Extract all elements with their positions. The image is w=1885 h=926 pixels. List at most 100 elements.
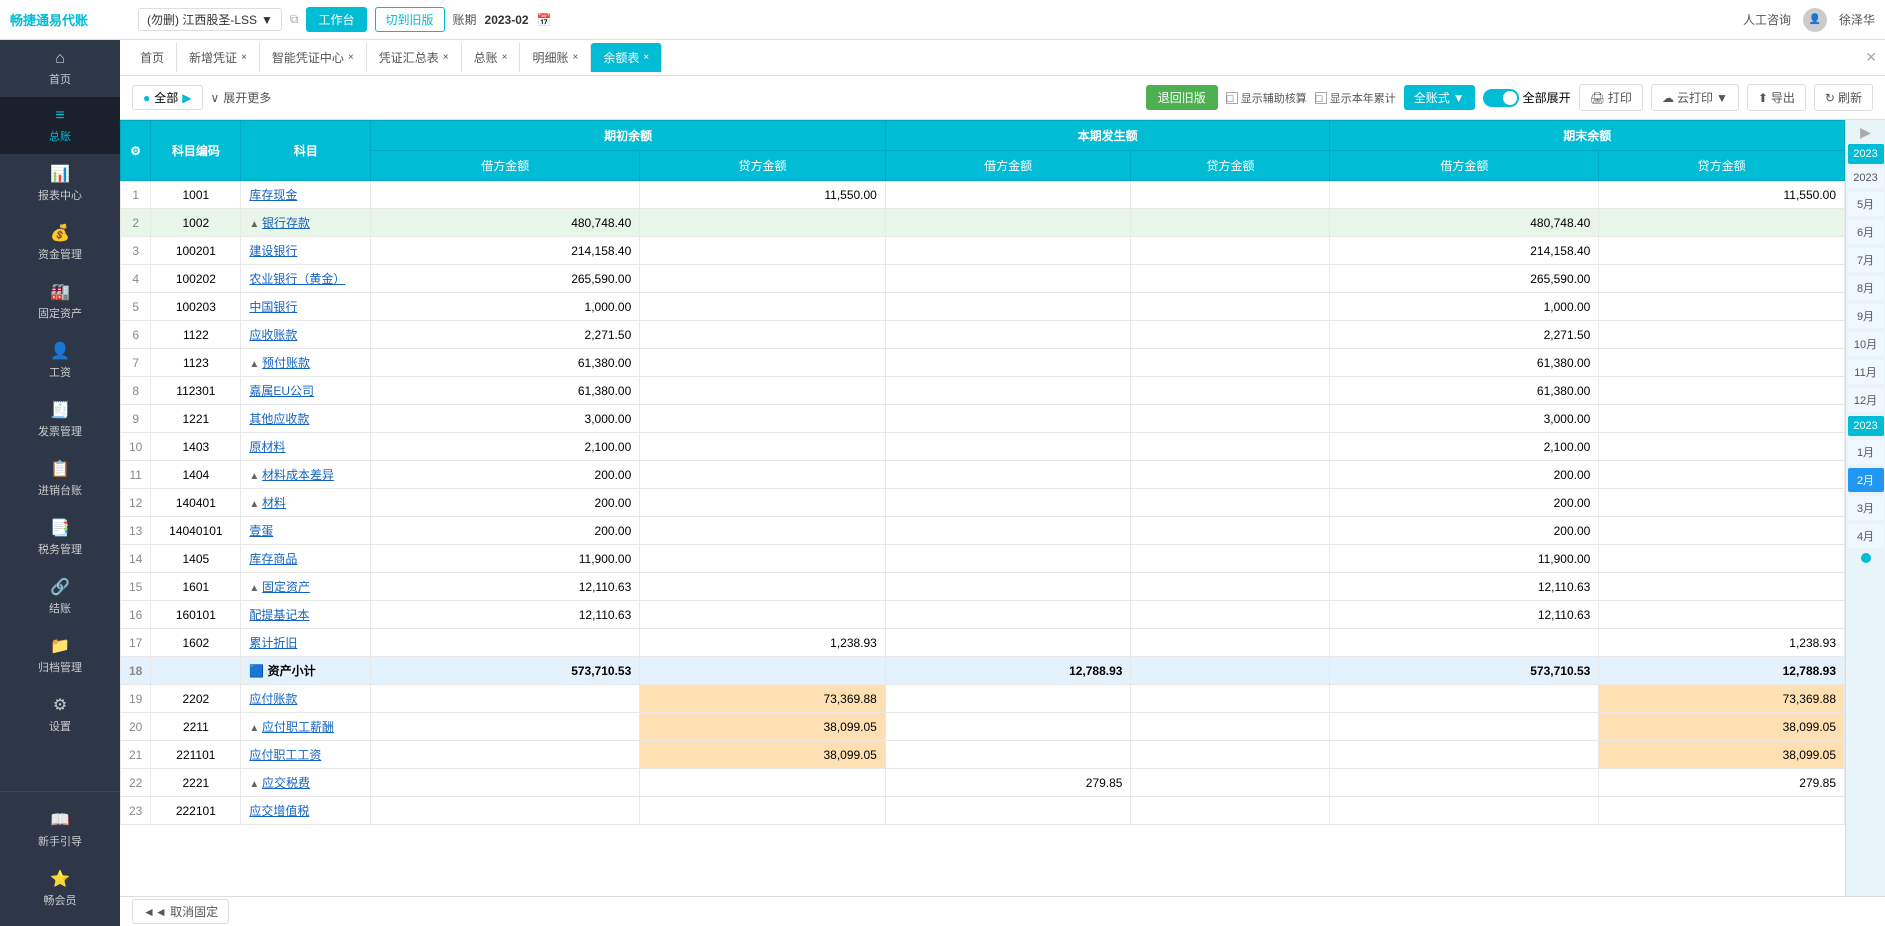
sidebar-item-tax[interactable]: 📑 税务管理: [0, 508, 120, 567]
subject-link[interactable]: 应付职工薪酬: [262, 720, 334, 734]
tab-balance[interactable]: 余额表 ×: [591, 43, 662, 72]
tab-close-add-voucher[interactable]: ×: [241, 52, 247, 63]
table-row[interactable]: 1314040101壹蛋200.00200.00: [121, 517, 1845, 545]
tab-detail-ledger[interactable]: 明细账 ×: [520, 43, 591, 72]
sidebar-item-settings[interactable]: ⚙ 设置: [0, 685, 120, 744]
subject-link[interactable]: 库存现金: [249, 188, 297, 202]
expand-all-toggle[interactable]: 全部展开: [1483, 89, 1571, 107]
subject-link[interactable]: 材料: [262, 496, 286, 510]
tab-general-ledger[interactable]: 总账 ×: [462, 43, 521, 72]
tab-close-voucher-summary[interactable]: ×: [443, 52, 449, 63]
subject-link[interactable]: 预付账款: [262, 356, 310, 370]
subject-link[interactable]: 嘉属EU公司: [249, 384, 314, 398]
right-panel-month-11[interactable]: 11月: [1848, 360, 1884, 384]
table-row[interactable]: 91221其他应收款3,000.003,000.00: [121, 405, 1845, 433]
tab-close-smart[interactable]: ×: [348, 52, 354, 63]
sidebar-item-payroll[interactable]: 👤 工资: [0, 331, 120, 390]
expand-row-icon[interactable]: ▲: [249, 499, 262, 510]
sidebar-item-funds[interactable]: 💰 资金管理: [0, 213, 120, 272]
sidebar-item-invoice[interactable]: 🧾 发票管理: [0, 390, 120, 449]
print-button[interactable]: 🖨 打印: [1579, 84, 1643, 111]
right-panel-month-3[interactable]: 3月: [1848, 496, 1884, 520]
table-row[interactable]: 5100203中国银行1,000.001,000.00: [121, 293, 1845, 321]
table-row[interactable]: 3100201建设银行214,158.40214,158.40: [121, 237, 1845, 265]
table-row[interactable]: 4100202农业银行（黄金）265,590.00265,590.00: [121, 265, 1845, 293]
expand-row-icon[interactable]: ▲: [249, 723, 262, 734]
ytd-checkbox-icon[interactable]: □: [1315, 92, 1327, 104]
table-row[interactable]: 21002▲ 银行存款480,748.40480,748.40: [121, 209, 1845, 237]
subject-link[interactable]: 银行存款: [262, 216, 310, 230]
right-panel-month-4[interactable]: 4月: [1848, 524, 1884, 548]
sidebar-item-home[interactable]: ⌂ 首页: [0, 40, 120, 97]
right-panel-year-2023-b[interactable]: 2023: [1848, 416, 1884, 436]
right-panel-month-10[interactable]: 10月: [1848, 332, 1884, 356]
unfix-button[interactable]: ◄◄ 取消固定: [132, 899, 229, 924]
expand-row-icon[interactable]: ▲: [249, 583, 262, 594]
subject-link[interactable]: 配提基记本: [249, 608, 309, 622]
company-selector[interactable]: (勿删) 江西股圣-LSS ▼: [138, 8, 282, 31]
subject-link[interactable]: 固定资产: [262, 580, 310, 594]
toggle-switch[interactable]: [1483, 89, 1519, 107]
expand-row-icon[interactable]: ▲: [249, 219, 262, 230]
subject-link[interactable]: 中国银行: [249, 300, 297, 314]
tab-voucher-summary[interactable]: 凭证汇总表 ×: [367, 43, 462, 72]
right-panel-month-9[interactable]: 9月: [1848, 304, 1884, 328]
sidebar-item-ledger[interactable]: ≡ 总账: [0, 97, 120, 154]
subject-link[interactable]: 材料成本差异: [262, 468, 334, 482]
switch-version-button[interactable]: 切到旧版: [375, 7, 445, 32]
subject-link[interactable]: 其他应收款: [249, 412, 309, 426]
calendar-icon[interactable]: 📅: [537, 13, 552, 27]
col-settings-header[interactable]: ⚙: [121, 121, 151, 181]
tab-close-detail[interactable]: ×: [572, 52, 578, 63]
sidebar-item-close[interactable]: 🔗 结账: [0, 567, 120, 626]
right-panel-month-6[interactable]: 6月: [1848, 220, 1884, 244]
table-row[interactable]: 21221101应付职工工资38,099.0538,099.05: [121, 741, 1845, 769]
expand-row-icon[interactable]: ▲: [249, 471, 262, 482]
subject-link[interactable]: 农业银行（黄金）: [249, 272, 345, 286]
aux-checkbox-icon[interactable]: □: [1226, 92, 1238, 104]
table-row[interactable]: 101403原材料2,100.002,100.00: [121, 433, 1845, 461]
subject-link[interactable]: 应付账款: [249, 692, 297, 706]
table-row[interactable]: 192202应付账款73,369.8873,369.88: [121, 685, 1845, 713]
sidebar-item-reports[interactable]: 📊 报表中心: [0, 154, 120, 213]
right-panel-year-2023-top[interactable]: 2023: [1848, 144, 1884, 164]
tab-close-general[interactable]: ×: [502, 52, 508, 63]
right-panel-month-12[interactable]: 12月: [1848, 388, 1884, 412]
return-old-button[interactable]: 退回旧版: [1146, 85, 1218, 110]
cloud-print-button[interactable]: ☁ 云打印 ▼: [1651, 84, 1739, 111]
subject-link[interactable]: 应交增值税: [249, 804, 309, 818]
show-aux-checkbox[interactable]: □ 显示辅助核算: [1226, 90, 1307, 106]
table-row[interactable]: 11001库存现金11,550.0011,550.00: [121, 181, 1845, 209]
table-row[interactable]: 71123▲ 预付账款61,380.0061,380.00: [121, 349, 1845, 377]
tab-smart-voucher[interactable]: 智能凭证中心 ×: [260, 43, 367, 72]
copy-icon[interactable]: ⧉: [290, 12, 299, 27]
expand-row-icon[interactable]: ▲: [249, 779, 262, 790]
export-button[interactable]: ⬆ 导出: [1747, 84, 1806, 111]
table-row[interactable]: 16160101配提基记本12,110.6312,110.63: [121, 601, 1845, 629]
table-row[interactable]: 151601▲ 固定资产12,110.6312,110.63: [121, 573, 1845, 601]
subject-link[interactable]: 库存商品: [249, 552, 297, 566]
sidebar-item-member[interactable]: ⭐ 畅会员: [0, 859, 120, 918]
tab-home[interactable]: 首页: [128, 43, 177, 72]
sidebar-item-purchase[interactable]: 📋 进销台账: [0, 449, 120, 508]
table-row[interactable]: 202211▲ 应付职工薪酬38,099.0538,099.05: [121, 713, 1845, 741]
tab-close-all[interactable]: ✕: [1865, 49, 1877, 66]
subject-link[interactable]: 原材料: [249, 440, 285, 454]
table-row[interactable]: 61122应收账款2,271.502,271.50: [121, 321, 1845, 349]
subject-link[interactable]: 应付职工工资: [249, 748, 321, 762]
subject-link[interactable]: 应收账款: [249, 328, 297, 342]
right-panel-year-2023[interactable]: 2023: [1848, 168, 1884, 188]
table-row[interactable]: 23222101应交增值税: [121, 797, 1845, 825]
subject-link[interactable]: 应交税费: [262, 776, 310, 790]
table-row[interactable]: 141405库存商品11,900.0011,900.00: [121, 545, 1845, 573]
right-panel-month-7[interactable]: 7月: [1848, 248, 1884, 272]
table-row[interactable]: 111404▲ 材料成本差异200.00200.00: [121, 461, 1845, 489]
sidebar-item-archive[interactable]: 📁 归档管理: [0, 626, 120, 685]
expand-more-button[interactable]: ∨ 展开更多: [211, 89, 272, 106]
right-panel-collapse-icon[interactable]: ▶: [1860, 124, 1871, 141]
sidebar-item-assets[interactable]: 🏭 固定资产: [0, 272, 120, 331]
right-panel-month-5[interactable]: 5月: [1848, 192, 1884, 216]
tab-add-voucher[interactable]: 新增凭证 ×: [177, 43, 260, 72]
table-row[interactable]: 18🟦 资产小计573,710.5312,788.93573,710.5312,…: [121, 657, 1845, 685]
consult-label[interactable]: 人工咨询: [1743, 11, 1791, 28]
